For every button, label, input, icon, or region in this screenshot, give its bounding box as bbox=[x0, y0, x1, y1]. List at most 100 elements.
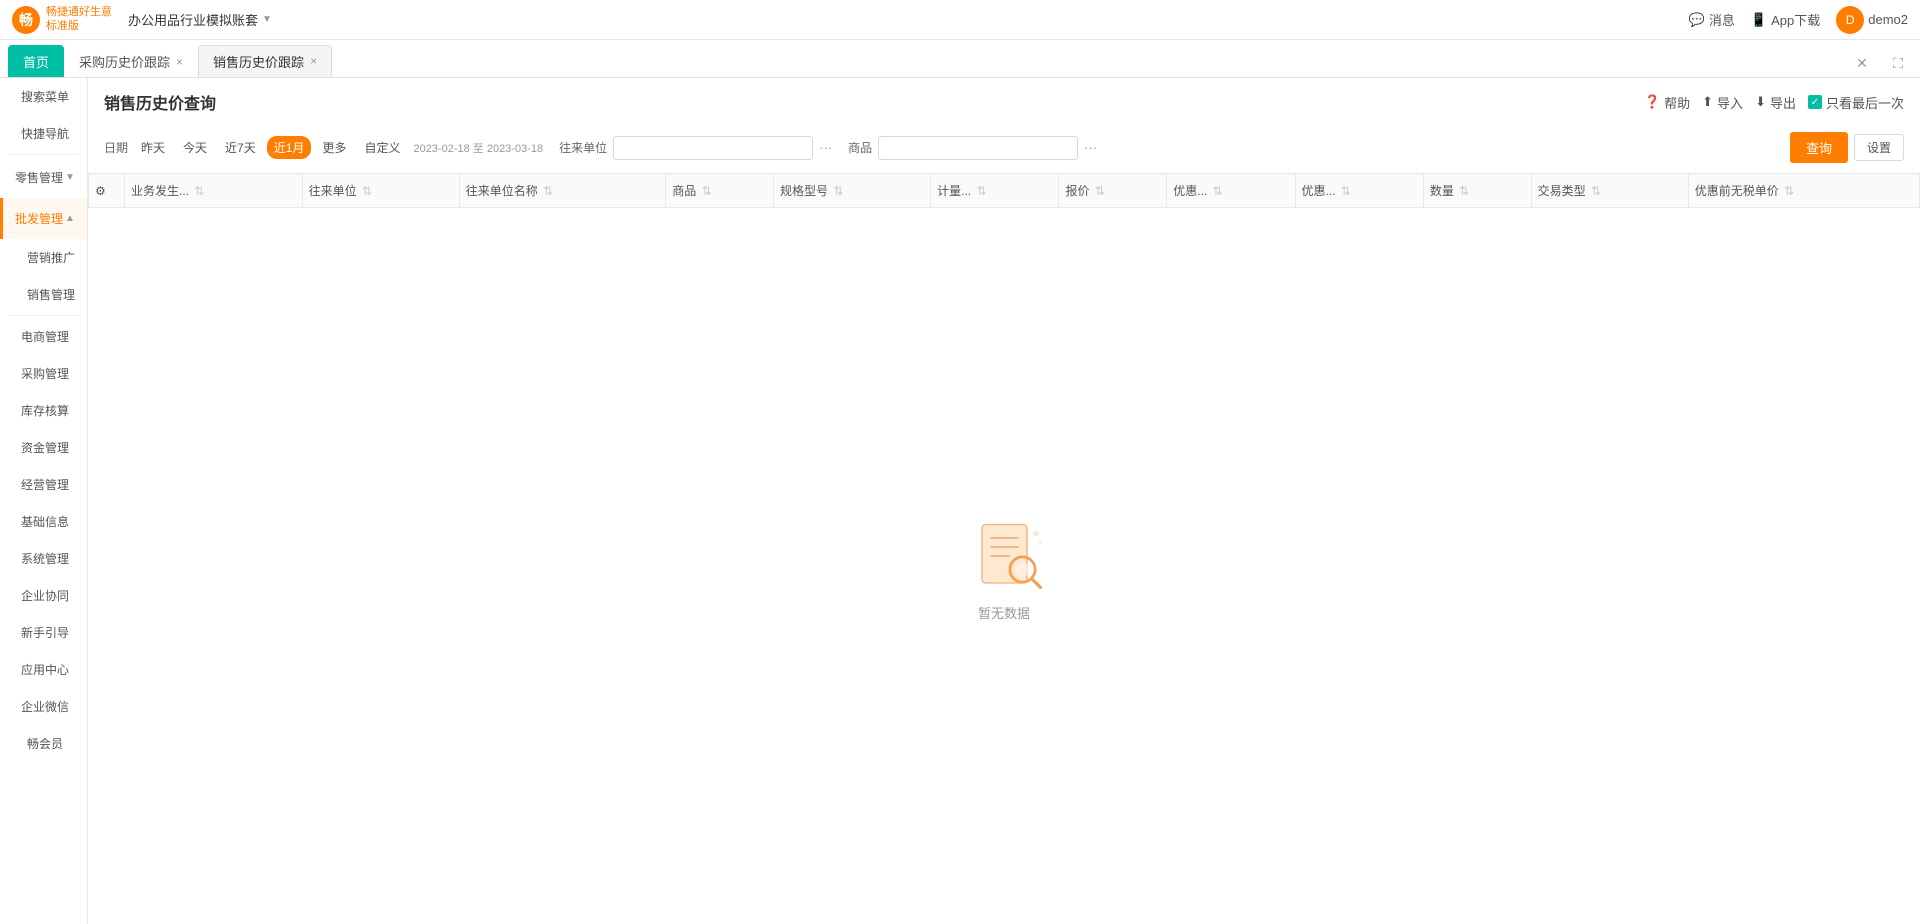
message-icon: 💬 bbox=[1689, 12, 1705, 28]
tab-sales-history[interactable]: 销售历史价跟踪 × bbox=[198, 45, 332, 77]
chevron-down-icon: ▼ bbox=[65, 172, 75, 183]
sort-icon: ⇅ bbox=[1095, 184, 1105, 198]
import-button[interactable]: ⬆ 导入 bbox=[1702, 93, 1743, 112]
empty-illustration bbox=[964, 511, 1054, 601]
tab-close-purchase[interactable]: × bbox=[176, 55, 183, 69]
th-settings[interactable]: ⚙ bbox=[89, 174, 125, 208]
th-quantity[interactable]: 数量 ⇅ bbox=[1423, 174, 1531, 208]
th-goods[interactable]: 商品 ⇅ bbox=[666, 174, 774, 208]
sort-icon: ⇅ bbox=[1784, 184, 1794, 198]
th-spec[interactable]: 规格型号 ⇅ bbox=[774, 174, 931, 208]
date-btn-custom[interactable]: 自定义 bbox=[357, 136, 407, 159]
sort-icon: ⇅ bbox=[543, 184, 553, 198]
basic-info-label: 基础信息 bbox=[21, 513, 69, 530]
search-menu-label: 搜索菜单 bbox=[21, 88, 69, 105]
logo-area: 畅 畅捷通好生意 标准版 bbox=[12, 6, 112, 34]
th-trade-type[interactable]: 交易类型 ⇅ bbox=[1531, 174, 1688, 208]
empty-state: 暂无数据 bbox=[88, 208, 1920, 924]
finance-label: 资金管理 bbox=[21, 439, 69, 456]
query-button[interactable]: 查询 bbox=[1790, 132, 1848, 163]
sidebar-item-quick-nav[interactable]: 快捷导航 bbox=[0, 115, 87, 152]
page-header: 销售历史价查询 ❓ 帮助 ⬆ 导入 ⬇ 导出 ✓ bbox=[88, 78, 1920, 124]
table-container: ⚙ 业务发生... ⇅ 往来单位 ⇅ 往来单位名称 ⇅ bbox=[88, 173, 1920, 924]
goods-picker-icon[interactable]: ··· bbox=[1084, 140, 1097, 155]
help-icon: ❓ bbox=[1644, 94, 1660, 110]
date-btn-1month[interactable]: 近1月 bbox=[267, 136, 312, 159]
tab-expand-button[interactable]: ⛶ bbox=[1884, 49, 1912, 77]
sidebar-item-wechat[interactable]: 企业微信 bbox=[0, 688, 87, 725]
goods-filter: 商品 ··· bbox=[848, 136, 1097, 160]
filter-bar: 日期 昨天 今天 近7天 近1月 更多 自定义 2023-02-18 至 202… bbox=[88, 124, 1920, 173]
tab-purchase-history-label: 采购历史价跟踪 bbox=[79, 52, 170, 71]
goods-input[interactable] bbox=[878, 136, 1078, 160]
page-title: 销售历史价查询 bbox=[104, 90, 216, 114]
sidebar-item-operations[interactable]: 经营管理 bbox=[0, 466, 87, 503]
page-actions: ❓ 帮助 ⬆ 导入 ⬇ 导出 ✓ 只看最后一次 bbox=[1644, 93, 1904, 112]
only-last-checkbox[interactable]: ✓ bbox=[1808, 95, 1822, 109]
th-business-date[interactable]: 业务发生... ⇅ bbox=[125, 174, 303, 208]
sidebar-item-guide[interactable]: 新手引导 bbox=[0, 614, 87, 651]
message-button[interactable]: 💬 消息 bbox=[1689, 10, 1735, 29]
empty-text: 暂无数据 bbox=[978, 603, 1030, 622]
sidebar-item-system[interactable]: 系统管理 bbox=[0, 540, 87, 577]
source-unit-picker-icon[interactable]: ··· bbox=[819, 140, 832, 155]
sidebar-item-wholesale-mgmt[interactable]: 批发管理 ▲ bbox=[0, 198, 87, 239]
date-filter-group: 日期 昨天 今天 近7天 近1月 更多 自定义 2023-02-18 至 202… bbox=[104, 136, 543, 159]
sidebar-item-vip[interactable]: 畅会员 bbox=[0, 725, 87, 762]
app-center-label: 应用中心 bbox=[21, 661, 69, 678]
date-btn-7days[interactable]: 近7天 bbox=[218, 136, 263, 159]
sort-icon: ⇅ bbox=[1213, 184, 1223, 198]
tab-close-sales[interactable]: × bbox=[310, 54, 317, 68]
settings-button[interactable]: 设置 bbox=[1854, 134, 1904, 161]
tab-close-all-button[interactable]: ✕ bbox=[1848, 49, 1876, 77]
table-settings-icon[interactable]: ⚙ bbox=[95, 184, 106, 198]
sidebar-item-ecommerce[interactable]: 电商管理 bbox=[0, 318, 87, 355]
action-buttons: 查询 设置 bbox=[1790, 132, 1904, 163]
operations-label: 经营管理 bbox=[21, 476, 69, 493]
tab-home[interactable]: 首页 bbox=[8, 45, 64, 77]
sidebar-item-sales-mgmt[interactable]: 销售管理 bbox=[0, 276, 87, 313]
sidebar-item-enterprise[interactable]: 企业协同 bbox=[0, 577, 87, 614]
data-table: ⚙ 业务发生... ⇅ 往来单位 ⇅ 往来单位名称 ⇅ bbox=[88, 173, 1920, 208]
export-button[interactable]: ⬇ 导出 bbox=[1755, 93, 1796, 112]
th-unit-code[interactable]: 往来单位 ⇅ bbox=[302, 174, 459, 208]
th-no-tax-price[interactable]: 优惠前无税单价 ⇅ bbox=[1688, 174, 1919, 208]
guide-label: 新手引导 bbox=[21, 624, 69, 641]
wechat-label: 企业微信 bbox=[21, 698, 69, 715]
th-unit-name[interactable]: 往来单位名称 ⇅ bbox=[459, 174, 665, 208]
top-bar: 畅 畅捷通好生意 标准版 办公用品行业模拟账套 ▼ 💬 消息 📱 App下载 D… bbox=[0, 0, 1920, 40]
empty-icon bbox=[964, 511, 1044, 591]
sidebar-item-search-menu[interactable]: 搜索菜单 bbox=[0, 78, 87, 115]
inventory-label: 库存核算 bbox=[21, 402, 69, 419]
sort-icon: ⇅ bbox=[194, 184, 204, 198]
th-unit[interactable]: 计量... ⇅ bbox=[931, 174, 1059, 208]
only-last-checkbox-group[interactable]: ✓ 只看最后一次 bbox=[1808, 93, 1904, 112]
logo-text: 畅捷通好生意 标准版 bbox=[46, 6, 112, 32]
source-unit-input[interactable] bbox=[613, 136, 813, 160]
app-selector[interactable]: 办公用品行业模拟账套 ▼ bbox=[120, 10, 280, 29]
app-download-button[interactable]: 📱 App下载 bbox=[1751, 10, 1820, 29]
sidebar-item-app-center[interactable]: 应用中心 bbox=[0, 651, 87, 688]
sales-mgmt-label: 销售管理 bbox=[27, 286, 75, 303]
main-layout: 搜索菜单 快捷导航 零售管理 ▼ 批发管理 ▲ 营销推广 销售管理 电商管理 采… bbox=[0, 78, 1920, 924]
date-btn-more[interactable]: 更多 bbox=[315, 136, 353, 159]
export-icon: ⬇ bbox=[1755, 94, 1766, 110]
sidebar-item-finance[interactable]: 资金管理 bbox=[0, 429, 87, 466]
th-discount1[interactable]: 优惠... ⇅ bbox=[1167, 174, 1295, 208]
date-btn-today[interactable]: 今天 bbox=[176, 136, 214, 159]
sort-icon: ⇅ bbox=[976, 184, 986, 198]
date-btn-yesterday[interactable]: 昨天 bbox=[134, 136, 172, 159]
th-discount2[interactable]: 优惠... ⇅ bbox=[1295, 174, 1423, 208]
top-bar-right: 💬 消息 📱 App下载 D demo2 bbox=[1689, 6, 1908, 34]
tab-bar-right: ✕ ⛶ bbox=[1848, 49, 1912, 77]
sidebar-item-basic-info[interactable]: 基础信息 bbox=[0, 503, 87, 540]
tab-purchase-history[interactable]: 采购历史价跟踪 × bbox=[64, 45, 198, 77]
sidebar-item-inventory[interactable]: 库存核算 bbox=[0, 392, 87, 429]
sidebar-item-purchase[interactable]: 采购管理 bbox=[0, 355, 87, 392]
help-button[interactable]: ❓ 帮助 bbox=[1644, 93, 1690, 112]
sidebar-item-marketing[interactable]: 营销推广 bbox=[0, 239, 87, 276]
user-menu[interactable]: D demo2 bbox=[1836, 6, 1908, 34]
goods-label: 商品 bbox=[848, 139, 872, 156]
sidebar-item-retail-mgmt[interactable]: 零售管理 ▼ bbox=[0, 157, 87, 198]
th-quote-price[interactable]: 报价 ⇅ bbox=[1059, 174, 1167, 208]
